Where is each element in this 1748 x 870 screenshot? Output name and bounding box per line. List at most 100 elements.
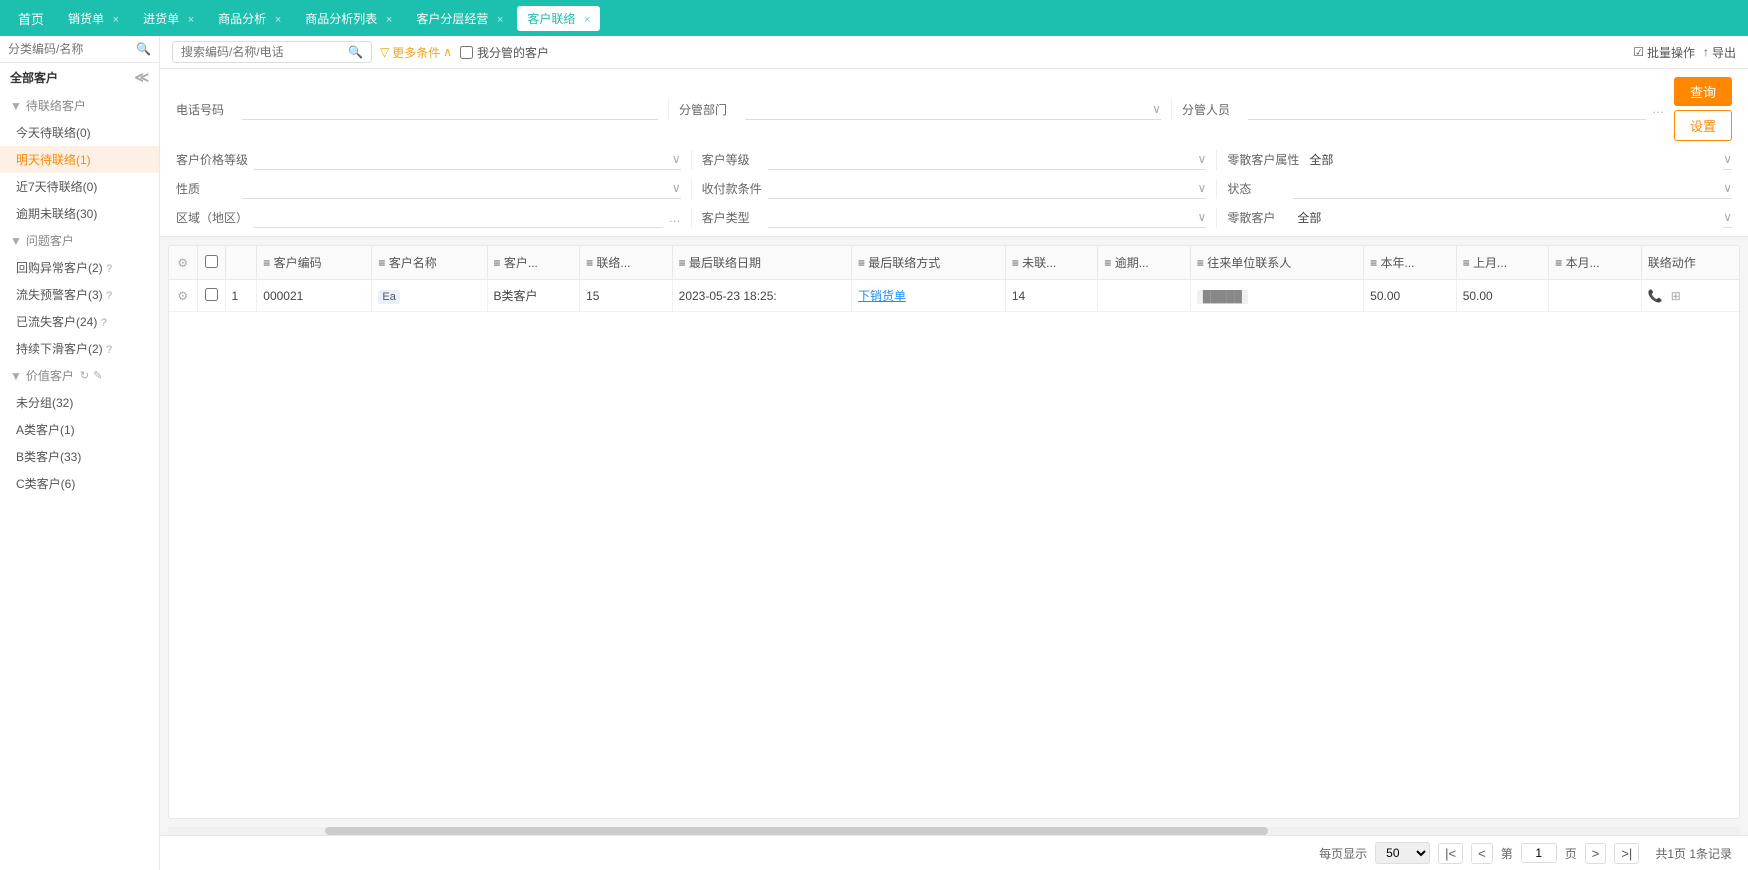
sidebar-item-tomorrow[interactable]: 明天待联络(1) — [0, 146, 159, 173]
col-label-overdue: ≡ 逾期... — [1104, 256, 1148, 270]
manager-more-icon[interactable]: … — [1652, 102, 1664, 116]
first-page-button[interactable]: |< — [1438, 843, 1463, 864]
nav-sales-order[interactable]: 销货单 × — [58, 6, 129, 31]
value-refresh-icon[interactable]: ↻ — [80, 369, 89, 382]
sidebar-search-input[interactable] — [8, 42, 136, 56]
col-header-last-month: ≡ 上月... — [1456, 246, 1549, 280]
filter-payment-select[interactable]: ∨ — [768, 178, 1207, 199]
sidebar-item-a-class[interactable]: A类客户(1) — [0, 416, 159, 443]
last-contact-link[interactable]: 下销货单 — [858, 289, 906, 303]
sidebar-search-icon[interactable]: 🔍 — [136, 42, 151, 56]
filter-manager-input[interactable] — [1248, 99, 1646, 120]
filter-retail-attr: 零散客户属性 全部 ∨ — [1227, 149, 1732, 170]
next-page-button[interactable]: > — [1585, 843, 1607, 864]
nav-customer-contact[interactable]: 客户联络 × — [517, 6, 600, 31]
col-label-type: ≡ 客户... — [494, 256, 538, 270]
filter-phone: 电话号码 — [176, 99, 658, 120]
sidebar-section-pending: ▼ 待联络客户 — [0, 92, 159, 119]
close-product-analysis-list[interactable]: × — [386, 14, 392, 26]
filter-payment-terms: 收付款条件 ∨ — [702, 178, 1207, 199]
sidebar-item-lost[interactable]: 已流失客户(24) ? — [0, 308, 159, 335]
sidebar-item-declining[interactable]: 持续下滑客户(2) ? — [0, 335, 159, 362]
filter-phone-input[interactable] — [242, 99, 658, 120]
col-label-current-month: ≡ 本月... — [1555, 256, 1599, 270]
row-last-contact-date: 2023-05-23 18:25: — [672, 280, 851, 312]
filter-price-level-select[interactable]: ∨ — [254, 149, 681, 170]
filter-retail-attr-select[interactable]: ∨ — [1723, 149, 1732, 170]
filter-icon: ▽ — [380, 45, 389, 59]
row-action: 📞 ⊞ — [1641, 280, 1739, 312]
col-label-last-contact-date: ≡ 最后联络日期 — [679, 256, 761, 270]
page-label: 第 — [1501, 845, 1513, 862]
sidebar-item-ungrouped[interactable]: 未分组(32) — [0, 389, 159, 416]
export-button[interactable]: ↑ 导出 — [1703, 44, 1736, 61]
last-page-button[interactable]: >| — [1614, 843, 1639, 864]
more-conditions-button[interactable]: ▽ 更多条件 ∧ — [380, 44, 452, 61]
col-label-not-contacted: ≡ 未联... — [1012, 256, 1056, 270]
filter-region-input[interactable] — [254, 207, 663, 228]
nature-chevron-icon: ∨ — [672, 181, 681, 195]
sidebar-collapse-icon[interactable]: ≪ — [134, 69, 149, 86]
col-label-last-contact-method: ≡ 最后联络方式 — [858, 256, 940, 270]
nav-customer-tiering[interactable]: 客户分层经营 × — [406, 6, 513, 31]
filter-row-2: 客户价格等级 ∨ 客户等级 ∨ 零散客户属性 — [176, 149, 1732, 170]
my-customers-checkbox[interactable] — [460, 46, 473, 59]
nav-purchase-order[interactable]: 进货单 × — [133, 6, 204, 31]
close-sales-order[interactable]: × — [113, 14, 119, 26]
select-all-checkbox[interactable] — [205, 255, 218, 268]
pagination: 每页显示 50 100 200 |< < 第 页 > >| 共1页 1条记录 — [160, 835, 1748, 870]
scrollbar-thumb[interactable] — [325, 827, 1268, 835]
col-header-type: ≡ 客户... — [487, 246, 580, 280]
sidebar-item-today[interactable]: 今天待联络(0) — [0, 119, 159, 146]
page-number-input[interactable] — [1521, 843, 1557, 863]
region-more-icon[interactable]: … — [669, 211, 681, 225]
filter-dept-select[interactable]: ∨ — [745, 99, 1161, 120]
close-customer-tiering[interactable]: × — [497, 14, 503, 26]
col-label-contact-person: ≡ 往来单位联系人 — [1197, 256, 1291, 270]
sidebar-item-lost-warning[interactable]: 流失预警客户(3) ? — [0, 281, 159, 308]
sidebar-item-7days[interactable]: 近7天待联络(0) — [0, 173, 159, 200]
batch-button[interactable]: ☑ 批量操作 — [1633, 44, 1695, 61]
nav-product-analysis[interactable]: 商品分析 × — [208, 6, 291, 31]
filter-nature-select[interactable]: ∨ — [242, 178, 681, 199]
price-level-chevron-icon: ∨ — [672, 152, 681, 166]
row-gear[interactable]: ⚙ — [169, 280, 197, 312]
row-checkbox[interactable] — [205, 288, 218, 301]
col-label-last-month: ≡ 上月... — [1463, 256, 1507, 270]
nav-home[interactable]: 首页 — [8, 5, 54, 32]
search-input[interactable] — [181, 45, 348, 59]
sidebar-item-repurchase-abnormal[interactable]: 回购异常客户(2) ? — [0, 254, 159, 281]
filter-customer-level-select[interactable]: ∨ — [768, 149, 1207, 170]
filter-status-select[interactable]: ∨ — [1293, 178, 1732, 199]
page-size-select[interactable]: 50 100 200 — [1375, 842, 1430, 864]
sidebar-item-b-class[interactable]: B类客户(33) — [0, 443, 159, 470]
setting-button[interactable]: 设置 — [1674, 110, 1732, 141]
filter-row-3: 性质 ∨ 收付款条件 ∨ 状态 — [176, 178, 1732, 199]
filter-dept: 分管部门 ∨ — [679, 99, 1161, 120]
filter-retail-customer-select[interactable]: ∨ — [1723, 207, 1732, 228]
filter-nature: 性质 ∨ — [176, 178, 681, 199]
value-edit-icon[interactable]: ✎ — [93, 369, 102, 382]
toolbar: 🔍 ▽ 更多条件 ∧ 我分管的客户 ☑ 批量操作 ↑ 导出 — [160, 36, 1748, 69]
col-header-contact-count: ≡ 联络... — [580, 246, 673, 280]
close-product-analysis[interactable]: × — [275, 14, 281, 26]
close-purchase-order[interactable]: × — [188, 14, 194, 26]
sidebar-item-overdue[interactable]: 逾期未联络(30) — [0, 200, 159, 227]
action-qr-icon[interactable]: ⊞ — [1671, 289, 1681, 303]
nav-product-analysis-list[interactable]: 商品分析列表 × — [295, 6, 402, 31]
action-phone-icon[interactable]: 📞 — [1648, 289, 1663, 303]
divider-5 — [691, 179, 692, 199]
horizontal-scrollbar[interactable] — [168, 827, 1740, 835]
sidebar-item-c-class[interactable]: C类客户(6) — [0, 470, 159, 497]
close-customer-contact[interactable]: × — [584, 14, 590, 26]
col-header-name: ≡ 客户名称 — [372, 246, 487, 280]
page-size-label: 每页显示 — [1319, 845, 1367, 862]
dept-chevron-icon: ∨ — [1152, 102, 1161, 116]
col-header-seq — [225, 246, 257, 280]
search-icon[interactable]: 🔍 — [348, 45, 363, 59]
row-contact-person: █████ — [1190, 280, 1363, 312]
filter-customer-type-select[interactable]: ∨ — [768, 207, 1207, 228]
prev-page-button[interactable]: < — [1471, 843, 1493, 864]
query-button[interactable]: 查询 — [1674, 77, 1732, 106]
sidebar-search-box: 🔍 — [0, 36, 159, 63]
